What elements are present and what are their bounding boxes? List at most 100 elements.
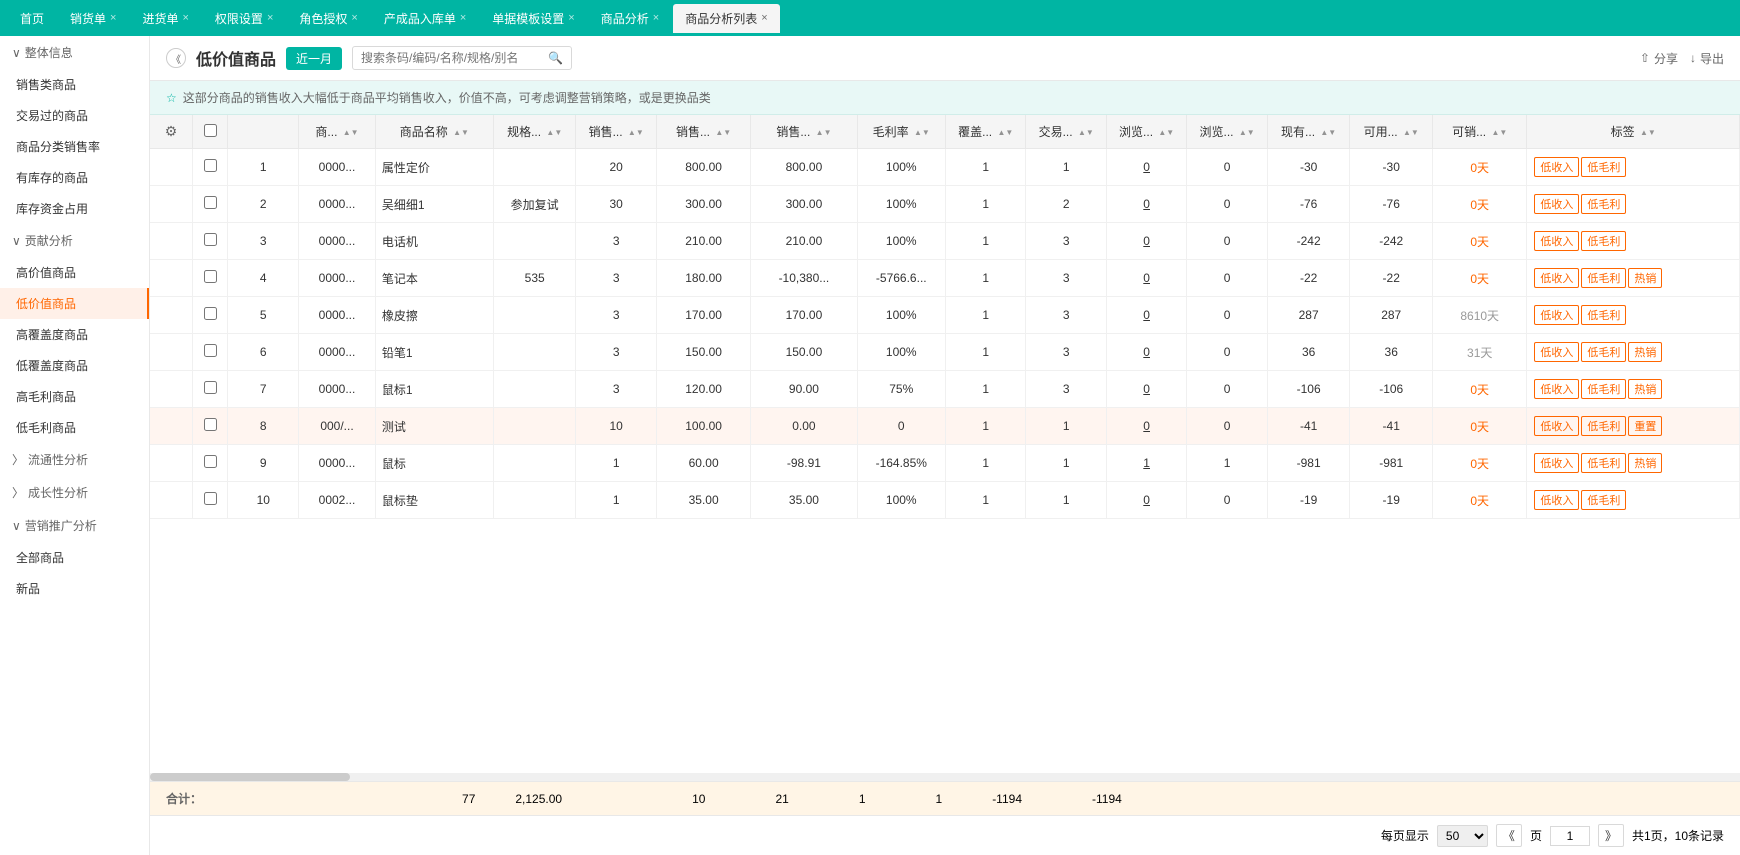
- sidebar-group-flow[interactable]: 〉 流通性分析: [0, 443, 149, 476]
- col-spec[interactable]: 规格... ▲▼: [493, 115, 576, 149]
- col-sale-qty[interactable]: 销售... ▲▼: [576, 115, 656, 149]
- gear-col-header[interactable]: ⚙: [150, 115, 192, 149]
- nav-close-permission[interactable]: ×: [267, 12, 273, 24]
- row-browse1[interactable]: 0: [1106, 408, 1186, 445]
- row-checkbox[interactable]: [204, 307, 217, 320]
- sort-margin-icon[interactable]: ▲▼: [914, 128, 930, 137]
- nav-close-product-in[interactable]: ×: [460, 12, 466, 24]
- row-checkbox[interactable]: [204, 492, 217, 505]
- share-button[interactable]: ⇧ 分享: [1640, 50, 1678, 67]
- row-checkbox-cell[interactable]: [192, 482, 227, 519]
- col-available[interactable]: 可用... ▲▼: [1350, 115, 1433, 149]
- per-page-select[interactable]: 50 100 200: [1437, 825, 1488, 847]
- sort-saleable-icon[interactable]: ▲▼: [1491, 128, 1507, 137]
- col-tags[interactable]: 标签 ▲▼: [1527, 115, 1740, 149]
- row-checkbox-cell[interactable]: [192, 260, 227, 297]
- checkbox-col-header[interactable]: [192, 115, 227, 149]
- sidebar-group-growth[interactable]: 〉 成长性分析: [0, 476, 149, 509]
- col-margin[interactable]: 毛利率 ▲▼: [857, 115, 946, 149]
- sidebar-item-all-products[interactable]: 全部商品: [0, 542, 149, 573]
- scrollbar-area[interactable]: [150, 773, 1740, 781]
- search-icon[interactable]: 🔍: [548, 51, 563, 65]
- collapse-button[interactable]: 《: [166, 48, 186, 68]
- col-browse1[interactable]: 浏览... ▲▼: [1106, 115, 1186, 149]
- row-checkbox-cell[interactable]: [192, 297, 227, 334]
- search-input[interactable]: [361, 51, 544, 65]
- nav-product-analysis-list[interactable]: 商品分析列表 ×: [673, 4, 779, 33]
- row-checkbox[interactable]: [204, 344, 217, 357]
- sidebar-item-stock-capital[interactable]: 库存资金占用: [0, 193, 149, 224]
- sidebar-item-low-coverage[interactable]: 低覆盖度商品: [0, 350, 149, 381]
- row-checkbox[interactable]: [204, 418, 217, 431]
- scrollbar-thumb[interactable]: [150, 773, 350, 781]
- col-trade[interactable]: 交易... ▲▼: [1026, 115, 1106, 149]
- sort-code-icon[interactable]: ▲▼: [343, 128, 359, 137]
- filter-recent-month[interactable]: 近一月: [286, 47, 342, 70]
- sidebar-item-stock-products[interactable]: 有库存的商品: [0, 162, 149, 193]
- row-browse1[interactable]: 0: [1106, 186, 1186, 223]
- sort-spec-icon[interactable]: ▲▼: [546, 128, 562, 137]
- sort-browse1-icon[interactable]: ▲▼: [1158, 128, 1174, 137]
- sidebar-item-high-value[interactable]: 高价值商品: [0, 257, 149, 288]
- sidebar-item-low-value[interactable]: 低价值商品: [0, 288, 149, 319]
- row-checkbox[interactable]: [204, 233, 217, 246]
- sidebar-group-marketing[interactable]: ∨ 营销推广分析: [0, 509, 149, 542]
- sort-current-icon[interactable]: ▲▼: [1320, 128, 1336, 137]
- sidebar-item-high-margin[interactable]: 高毛利商品: [0, 381, 149, 412]
- first-page-btn[interactable]: 《: [1496, 824, 1522, 847]
- nav-close-sales[interactable]: ×: [110, 12, 116, 24]
- row-checkbox[interactable]: [204, 270, 217, 283]
- nav-permission[interactable]: 权限设置 ×: [203, 4, 285, 33]
- nav-close-role[interactable]: ×: [351, 12, 357, 24]
- nav-close-purchase[interactable]: ×: [182, 12, 188, 24]
- col-browse2[interactable]: 浏览... ▲▼: [1187, 115, 1267, 149]
- row-browse1[interactable]: 0: [1106, 482, 1186, 519]
- col-code[interactable]: 商... ▲▼: [299, 115, 376, 149]
- row-checkbox-cell[interactable]: [192, 371, 227, 408]
- sort-cost-icon[interactable]: ▲▼: [816, 128, 832, 137]
- sort-name-icon[interactable]: ▲▼: [453, 128, 469, 137]
- row-browse1[interactable]: 1: [1106, 445, 1186, 482]
- sidebar-group-general[interactable]: ∨ 整体信息: [0, 36, 149, 69]
- row-checkbox-cell[interactable]: [192, 334, 227, 371]
- nav-purchase[interactable]: 进货单 ×: [130, 4, 200, 33]
- nav-close-analysis[interactable]: ×: [653, 12, 659, 24]
- nav-close-analysis-list[interactable]: ×: [761, 12, 767, 24]
- sidebar-item-new-products[interactable]: 新品: [0, 573, 149, 604]
- row-checkbox[interactable]: [204, 196, 217, 209]
- row-browse1[interactable]: 0: [1106, 297, 1186, 334]
- row-checkbox[interactable]: [204, 381, 217, 394]
- sort-tags-icon[interactable]: ▲▼: [1640, 128, 1656, 137]
- nav-close-template[interactable]: ×: [568, 12, 574, 24]
- row-browse1[interactable]: 0: [1106, 371, 1186, 408]
- col-sale-cost[interactable]: 销售... ▲▼: [751, 115, 857, 149]
- sort-trade-icon[interactable]: ▲▼: [1078, 128, 1094, 137]
- nav-sales[interactable]: 销货单 ×: [58, 4, 128, 33]
- row-browse1[interactable]: 0: [1106, 223, 1186, 260]
- nav-product-analysis[interactable]: 商品分析 ×: [589, 4, 671, 33]
- row-checkbox-cell[interactable]: [192, 223, 227, 260]
- nav-home[interactable]: 首页: [8, 4, 56, 33]
- col-name[interactable]: 商品名称 ▲▼: [375, 115, 493, 149]
- sort-coverage-icon[interactable]: ▲▼: [997, 128, 1013, 137]
- col-sale-amount[interactable]: 销售... ▲▼: [656, 115, 750, 149]
- row-checkbox-cell[interactable]: [192, 149, 227, 186]
- row-checkbox[interactable]: [204, 159, 217, 172]
- col-coverage[interactable]: 覆盖... ▲▼: [946, 115, 1026, 149]
- sidebar-item-sales-products[interactable]: 销售类商品: [0, 69, 149, 100]
- nav-role[interactable]: 角色授权 ×: [287, 4, 369, 33]
- sidebar-item-high-coverage[interactable]: 高覆盖度商品: [0, 319, 149, 350]
- gear-icon[interactable]: ⚙: [165, 123, 178, 139]
- next-page-btn[interactable]: 》: [1598, 824, 1624, 847]
- sidebar-item-traded-products[interactable]: 交易过的商品: [0, 100, 149, 131]
- row-checkbox-cell[interactable]: [192, 186, 227, 223]
- row-browse1[interactable]: 0: [1106, 260, 1186, 297]
- sort-available-icon[interactable]: ▲▼: [1403, 128, 1419, 137]
- sidebar-item-low-margin[interactable]: 低毛利商品: [0, 412, 149, 443]
- sidebar-group-contribution[interactable]: ∨ 贡献分析: [0, 224, 149, 257]
- row-browse1[interactable]: 0: [1106, 149, 1186, 186]
- select-all-checkbox[interactable]: [204, 124, 217, 137]
- nav-template[interactable]: 单据模板设置 ×: [480, 4, 586, 33]
- nav-product-in[interactable]: 产成品入库单 ×: [372, 4, 478, 33]
- sort-qty-icon[interactable]: ▲▼: [628, 128, 644, 137]
